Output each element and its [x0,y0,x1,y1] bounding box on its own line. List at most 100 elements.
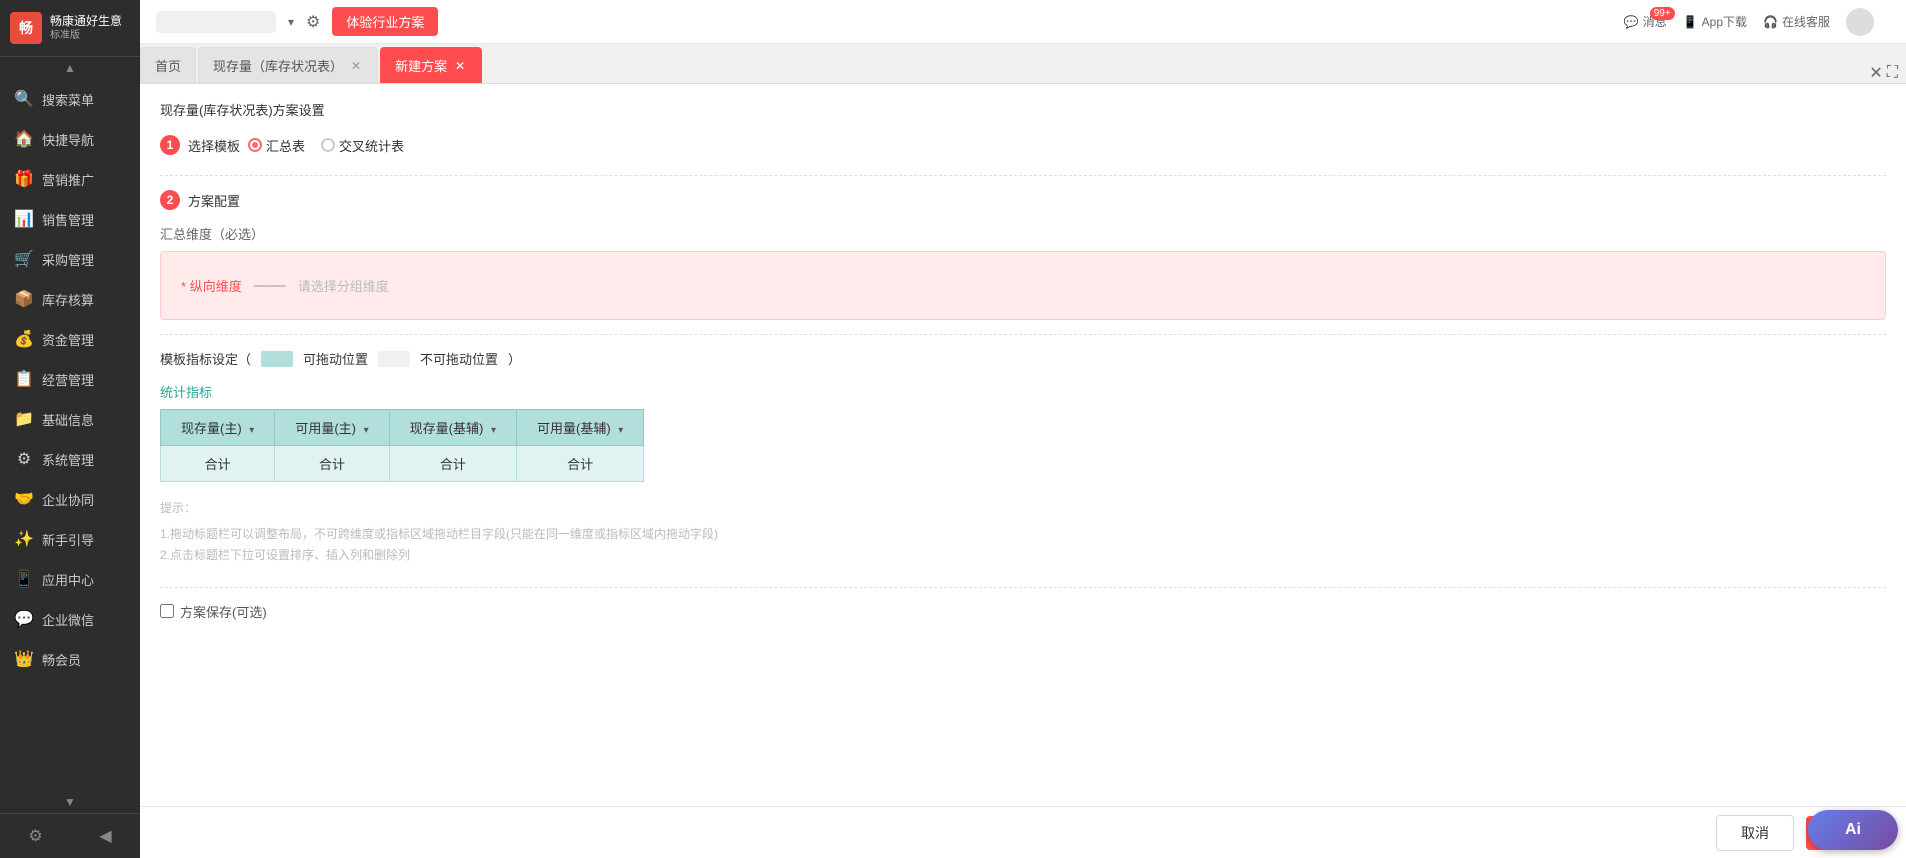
star-icon: ✨ [14,529,34,549]
tab-home[interactable]: 首页 [140,47,196,83]
dimension-box[interactable]: * 纵向维度 —— 请选择分组维度 [160,251,1886,320]
tab-new-scheme-close[interactable]: ✕ [453,59,467,73]
collapse-btn[interactable]: ◀ [91,822,119,850]
save-checkbox[interactable] [160,604,174,618]
sidebar-nav: 🔍 搜索菜单 🏠 快捷导航 🎁 营销推广 📊 销售管理 🛒 采购管理 📦 库存核… [0,79,140,791]
hint-2: 2.点击标题栏下拉可设置排序、插入列和删除列 [160,545,1886,567]
ai-fab-label: Ai [1845,821,1861,839]
save-option: 方案保存(可选) [160,602,1886,621]
sidebar: 畅 畅康通好生意 标准版 ▲ 🔍 搜索菜单 🏠 快捷导航 🎁 营销推广 📊 销售… [0,0,140,858]
topbar-gear-btn[interactable]: ⚙ [306,12,320,32]
sidebar-item-system[interactable]: ⚙ 系统管理 [0,439,140,479]
section2-number: 2 [160,190,180,210]
fixed-indicator [378,351,410,367]
gift-icon: 🎁 [14,169,34,189]
folder-icon: 📁 [14,409,34,429]
stats-label: 统计指标 [160,382,1886,401]
col-available-main-chevron: ▾ [364,425,369,436]
topbar-search-input[interactable] [156,11,276,33]
box-icon: 📦 [14,289,34,309]
hint-title: 提示： [160,498,1886,520]
col-stock-main-chevron: ▾ [249,425,254,436]
cell-stock-main: 合计 [161,446,275,482]
dim-vertical-label: * 纵向维度 [181,276,242,295]
sidebar-item-marketing[interactable]: 🎁 营销推广 [0,159,140,199]
sidebar-item-purchase[interactable]: 🛒 采购管理 [0,239,140,279]
sidebar-item-contract[interactable]: 🤝 企业协同 [0,479,140,519]
phone-icon: 📱 [1683,15,1698,29]
col-stock-main[interactable]: 现存量(主) ▾ [161,410,275,446]
message-btn[interactable]: 💬 消息 99+ [1624,13,1667,30]
section-config: 2 方案配置 汇总维度（必选） * 纵向维度 —— 请选择分组维度 模板指标设定… [160,190,1886,567]
section1-title: 选择模板 [188,136,240,155]
section2-header: 2 方案配置 [160,190,1886,210]
sidebar-item-wechat[interactable]: 💬 企业微信 [0,599,140,639]
hint-1: 1.拖动标题栏可以调整布局，不可跨维度或指标区域拖动栏目字段(只能在同一维度或指… [160,524,1886,546]
sidebar-footer: ⚙ ◀ [0,813,140,858]
tab-expand-btn[interactable]: ⛶ [1887,64,1898,82]
col-available-aux[interactable]: 可用量(基辅) ▾ [516,410,643,446]
dim-placeholder: 请选择分组维度 [298,276,389,295]
tab-new-scheme[interactable]: 新建方案 ✕ [380,47,482,83]
template-radio-group: 汇总表 交叉统计表 [248,136,404,155]
app-download-btn[interactable]: 📱 App下载 [1683,13,1747,30]
home-tab-label: 首页 [155,56,181,75]
radio-cross[interactable]: 交叉统计表 [321,136,404,155]
app-title: 畅康通好生意 标准版 [50,14,122,43]
online-service-btn[interactable]: 🎧 在线客服 [1763,13,1830,30]
movable-indicator [261,351,293,367]
stats-table: 现存量(主) ▾ 可用量(主) ▾ 现存量(基辅) ▾ [160,409,644,482]
cancel-button[interactable]: 取消 [1716,815,1794,851]
new-scheme-tab-label: 新建方案 [395,56,447,75]
cell-available-main: 合计 [275,446,389,482]
clipboard-icon: 📋 [14,369,34,389]
radio-summary[interactable]: 汇总表 [248,136,305,155]
settings-btn[interactable]: ⚙ [20,822,50,850]
gear-icon: ⚙ [14,449,34,469]
tabs-actions: ✕ ⛶ [1869,63,1906,83]
sidebar-item-guide[interactable]: ✨ 新手引导 [0,519,140,559]
sidebar-item-finance[interactable]: 💰 资金管理 [0,319,140,359]
cell-stock-aux: 合计 [389,446,516,482]
app-logo: 畅 [10,12,42,44]
main-area: ▾ ⚙ 体验行业方案 💬 消息 99+ 📱 App下载 🎧 在线客服 首页 [140,0,1906,858]
handshake-icon: 🤝 [14,489,34,509]
col-available-main[interactable]: 可用量(主) ▾ [275,410,389,446]
message-badge: 99+ [1650,7,1675,20]
col-stock-aux[interactable]: 现存量(基辅) ▾ [389,410,516,446]
col-stock-aux-chevron: ▾ [491,425,496,436]
sidebar-scroll-down[interactable]: ▼ [0,791,140,813]
sidebar-item-sales[interactable]: 📊 销售管理 [0,199,140,239]
section1-header: 1 选择模板 汇总表 交叉统计表 [160,135,1886,155]
phone-icon: 📱 [14,569,34,589]
topbar-dropdown-btn[interactable]: ▾ [288,15,294,29]
footer: 取消 查询 [140,806,1906,858]
sidebar-item-search[interactable]: 🔍 搜索菜单 [0,79,140,119]
sidebar-item-inventory[interactable]: 📦 库存核算 [0,279,140,319]
sidebar-scroll-up[interactable]: ▲ [0,57,140,79]
crown-icon: 👑 [14,649,34,669]
ai-fab-button[interactable]: Ai [1808,810,1898,850]
tab-close-btn[interactable]: ✕ [1869,63,1882,83]
trial-button[interactable]: 体验行业方案 [332,7,438,36]
content-area: 现存量(库存状况表)方案设置 1 选择模板 汇总表 交叉统计表 [140,84,1906,806]
user-avatar[interactable] [1846,8,1874,36]
tabs-bar: 首页 现存量（库存状况表） ✕ 新建方案 ✕ ✕ ⛶ [140,44,1906,84]
save-label: 方案保存(可选) [180,602,267,621]
sidebar-item-apps[interactable]: 📱 应用中心 [0,559,140,599]
sidebar-item-basic[interactable]: 📁 基础信息 [0,399,140,439]
topbar: ▾ ⚙ 体验行业方案 💬 消息 99+ 📱 App下载 🎧 在线客服 [140,0,1906,44]
message-icon: 💬 [1624,15,1639,29]
money-icon: 💰 [14,329,34,349]
section1-number: 1 [160,135,180,155]
tab-inventory-status[interactable]: 现存量（库存状况表） ✕ [198,47,378,83]
sidebar-item-operations[interactable]: 📋 经营管理 [0,359,140,399]
cart-icon: 🛒 [14,249,34,269]
search-icon: 🔍 [14,89,34,109]
sidebar-item-shortcut[interactable]: 🏠 快捷导航 [0,119,140,159]
dim-label: 汇总维度（必选） [160,224,1886,243]
sidebar-item-member[interactable]: 👑 畅会员 [0,639,140,679]
wechat-icon: 💬 [14,609,34,629]
tab-inventory-status-close[interactable]: ✕ [349,59,363,73]
table-row: 合计 合计 合计 合计 [161,446,644,482]
